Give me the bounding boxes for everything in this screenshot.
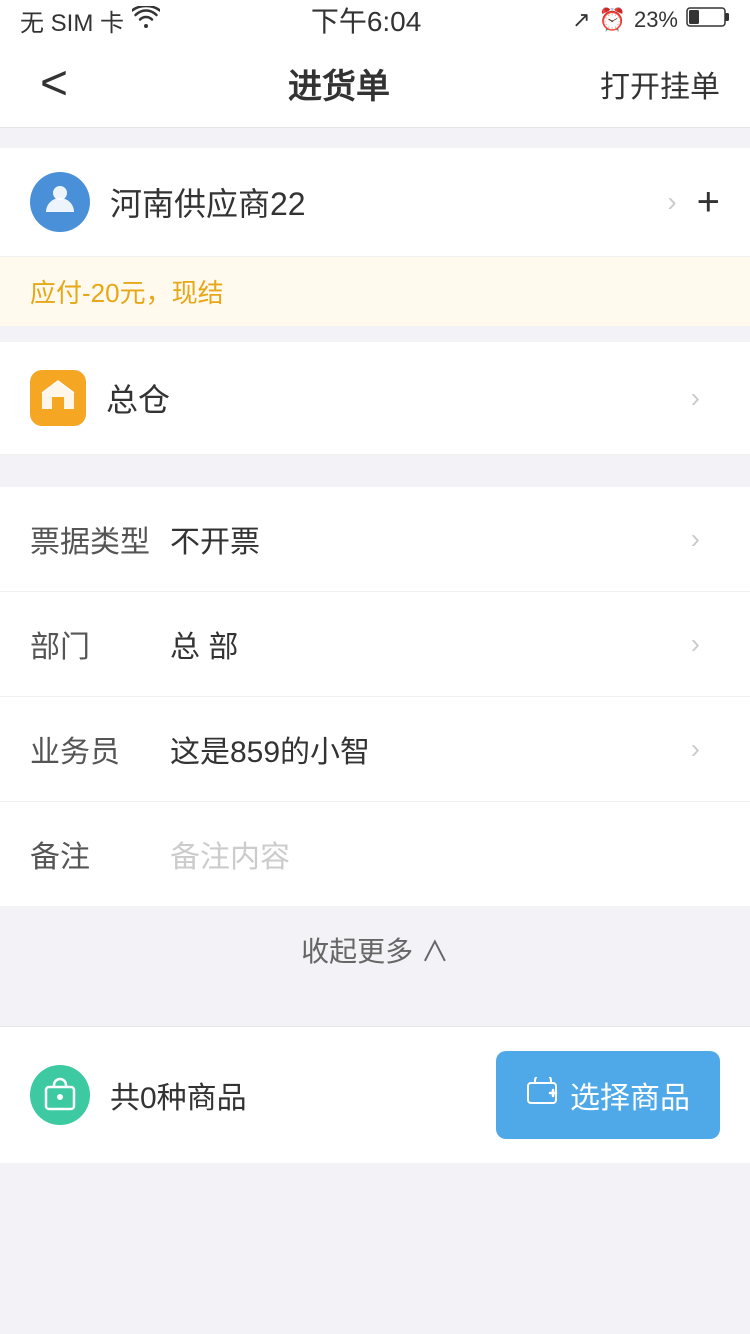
collapse-label: 收起更多 ∧ bbox=[301, 936, 449, 967]
notice-bar: 应付-20元，现结 bbox=[0, 257, 750, 326]
remark-label: 备注 bbox=[30, 832, 150, 876]
supplier-avatar bbox=[30, 172, 90, 232]
department-chevron-icon: › bbox=[691, 628, 700, 660]
warehouse-chevron-icon: › bbox=[691, 382, 700, 414]
invoice-type-value: 不开票 bbox=[150, 517, 691, 561]
main-content: 河南供应商22 › + 应付-20元，现结 总仓 › 票据类型 bbox=[0, 128, 750, 1334]
supplier-chevron-icon: › bbox=[667, 186, 676, 218]
avatar-icon bbox=[42, 180, 78, 225]
add-supplier-button[interactable]: + bbox=[697, 180, 720, 225]
status-bar-time: 下午6:04 bbox=[311, 0, 422, 40]
supplier-name: 河南供应商22 bbox=[110, 179, 667, 225]
warehouse-row[interactable]: 总仓 › bbox=[0, 342, 750, 455]
supplier-row[interactable]: 河南供应商22 › + bbox=[0, 148, 750, 257]
separator-2 bbox=[0, 455, 750, 471]
notice-text: 应付-20元，现结 bbox=[30, 278, 224, 308]
product-count-icon-bg bbox=[30, 1065, 90, 1125]
collapse-row[interactable]: 收起更多 ∧ bbox=[0, 906, 750, 994]
supplier-section: 河南供应商22 › + 应付-20元，现结 bbox=[0, 148, 750, 326]
battery-icon bbox=[686, 6, 730, 34]
warehouse-name: 总仓 bbox=[106, 375, 691, 421]
status-bar-left: 无 SIM 卡 bbox=[20, 3, 160, 38]
select-product-button[interactable]: 选择商品 bbox=[496, 1051, 720, 1139]
back-button[interactable]: < bbox=[30, 46, 78, 121]
alarm-icon: ⏰ bbox=[599, 7, 626, 33]
open-pending-button[interactable]: 打开挂单 bbox=[600, 62, 720, 106]
location-icon: ↗ bbox=[572, 7, 590, 33]
page-title: 进货单 bbox=[288, 59, 390, 108]
select-product-icon bbox=[526, 1077, 560, 1113]
wifi-icon bbox=[132, 6, 160, 35]
invoice-type-label: 票据类型 bbox=[30, 517, 150, 561]
separator-1 bbox=[0, 326, 750, 342]
select-product-label: 选择商品 bbox=[570, 1073, 690, 1117]
invoice-type-chevron-icon: › bbox=[691, 523, 700, 555]
nav-bar: < 进货单 打开挂单 bbox=[0, 40, 750, 128]
status-bar: 无 SIM 卡 下午6:04 ↗ ⏰ 23% bbox=[0, 0, 750, 40]
battery-label: 23% bbox=[634, 7, 678, 33]
bottom-bar: 共0种商品 选择商品 bbox=[0, 1026, 750, 1163]
warehouse-icon-bg bbox=[30, 370, 86, 426]
remark-row[interactable]: 备注 备注内容 bbox=[0, 802, 750, 906]
department-label: 部门 bbox=[30, 622, 150, 666]
department-value: 总 部 bbox=[150, 622, 691, 666]
salesperson-row[interactable]: 业务员 这是859的小智 › bbox=[0, 697, 750, 802]
salesperson-value: 这是859的小智 bbox=[150, 727, 691, 771]
product-count-label: 共0种商品 bbox=[110, 1073, 496, 1117]
warehouse-icon bbox=[41, 379, 75, 417]
department-row[interactable]: 部门 总 部 › bbox=[0, 592, 750, 697]
salesperson-label: 业务员 bbox=[30, 727, 150, 771]
invoice-type-row[interactable]: 票据类型 不开票 › bbox=[0, 487, 750, 592]
separator-3 bbox=[0, 994, 750, 1010]
carrier-label: 无 SIM 卡 bbox=[20, 3, 124, 38]
remark-input[interactable]: 备注内容 bbox=[150, 832, 720, 876]
salesperson-chevron-icon: › bbox=[691, 733, 700, 765]
top-separator bbox=[0, 128, 750, 148]
form-section: 票据类型 不开票 › 部门 总 部 › 业务员 这是859的小智 › 备注 备注… bbox=[0, 487, 750, 906]
status-bar-right: ↗ ⏰ 23% bbox=[572, 6, 730, 34]
